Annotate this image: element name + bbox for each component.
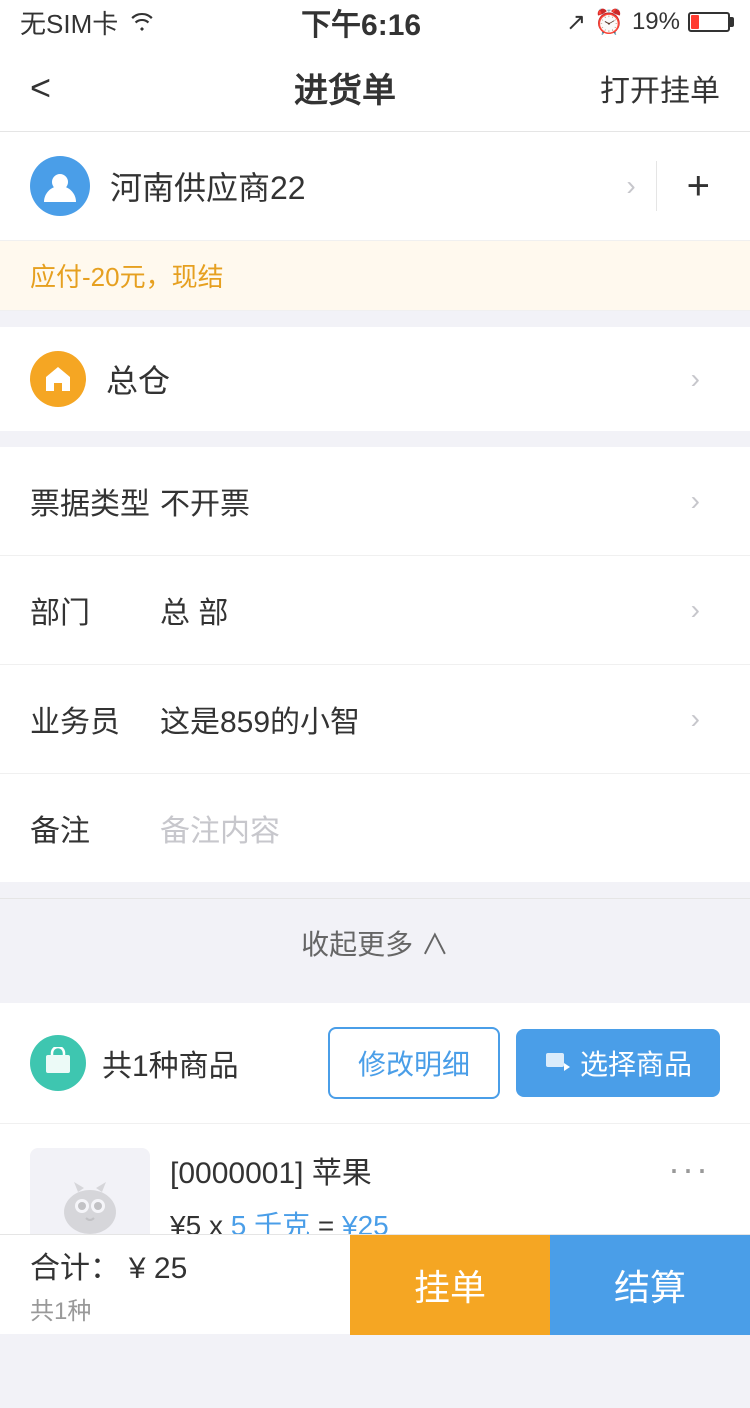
select-product-label: 选择商品 bbox=[580, 1043, 692, 1083]
products-icon bbox=[30, 1035, 86, 1091]
bottom-bar: 合计： ¥ 25 共1种 挂单 结算 bbox=[0, 1234, 750, 1334]
status-time: 下午6:16 bbox=[301, 0, 421, 44]
products-header: 共1种商品 修改明细 选择商品 bbox=[0, 1003, 750, 1124]
product-info: [0000001] 苹果 ¥5 x 5 千克 = ¥25 bbox=[170, 1148, 658, 1244]
collapse-bar[interactable]: 收起更多 ∧ bbox=[0, 898, 750, 987]
department-row[interactable]: 部门 总 部 › bbox=[0, 555, 750, 664]
edit-detail-button[interactable]: 修改明细 bbox=[328, 1027, 500, 1099]
add-supplier-button[interactable]: + bbox=[677, 164, 720, 209]
department-value: 总 部 bbox=[160, 588, 691, 632]
nav-bar: < 进货单 打开挂单 bbox=[0, 44, 750, 132]
alarm-icon: ⏰ bbox=[594, 8, 624, 37]
ticket-type-row[interactable]: 票据类型 不开票 › bbox=[0, 447, 750, 555]
total-amount: 合计： ¥ 25 bbox=[30, 1243, 320, 1287]
product-name: [0000001] 苹果 bbox=[170, 1148, 658, 1192]
page-title: 进货单 bbox=[294, 63, 396, 112]
product-more-button[interactable]: ··· bbox=[658, 1148, 720, 1190]
ticket-type-chevron-icon: › bbox=[691, 485, 700, 517]
department-chevron-icon: › bbox=[691, 594, 700, 626]
back-button[interactable]: < bbox=[30, 67, 90, 109]
warehouse-icon bbox=[30, 351, 86, 407]
sales-person-value: 这是859的小智 bbox=[160, 697, 691, 741]
sales-person-chevron-icon: › bbox=[691, 703, 700, 735]
wifi-icon bbox=[128, 7, 156, 38]
battery-icon bbox=[688, 12, 730, 32]
total-sub: 共1种 bbox=[30, 1291, 320, 1326]
department-label: 部门 bbox=[30, 588, 160, 632]
supplier-name: 河南供应商22 bbox=[110, 163, 626, 209]
ticket-type-value: 不开票 bbox=[160, 479, 691, 523]
status-bar: 无SIM卡 下午6:16 ↗ ⏰ 19% bbox=[0, 0, 750, 44]
hang-button[interactable]: 挂单 bbox=[350, 1235, 550, 1335]
products-count: 共1种商品 bbox=[102, 1041, 328, 1085]
ticket-type-label: 票据类型 bbox=[30, 479, 160, 523]
divider bbox=[656, 161, 657, 211]
status-right: ↗ ⏰ 19% bbox=[566, 8, 730, 37]
location-icon: ↗ bbox=[566, 8, 586, 37]
status-left: 无SIM卡 bbox=[20, 4, 156, 41]
battery-percent: 19% bbox=[632, 8, 680, 36]
total-value: ¥ 25 bbox=[129, 1252, 187, 1285]
supplier-row: 河南供应商22 › + bbox=[0, 132, 750, 241]
sales-person-row[interactable]: 业务员 这是859的小智 › bbox=[0, 664, 750, 773]
warehouse-chevron-icon: › bbox=[691, 363, 700, 395]
form-section: 票据类型 不开票 › 部门 总 部 › 业务员 这是859的小智 › 备注 备注… bbox=[0, 447, 750, 882]
total-label: 合计： bbox=[30, 1252, 120, 1285]
open-pending-button[interactable]: 打开挂单 bbox=[600, 66, 720, 110]
remark-input[interactable]: 备注内容 bbox=[160, 806, 720, 850]
total-section: 合计： ¥ 25 共1种 bbox=[0, 1243, 350, 1326]
supplier-chevron-icon[interactable]: › bbox=[626, 170, 635, 202]
supplier-notice: 应付-20元，现结 bbox=[0, 241, 750, 311]
warehouse-section: 总仓 › bbox=[0, 327, 750, 431]
supplier-avatar bbox=[30, 156, 90, 216]
warehouse-name: 总仓 bbox=[106, 356, 691, 402]
supplier-section: 河南供应商22 › + 应付-20元，现结 bbox=[0, 132, 750, 311]
warehouse-row[interactable]: 总仓 › bbox=[0, 327, 750, 431]
remark-row[interactable]: 备注 备注内容 bbox=[0, 773, 750, 882]
sales-person-label: 业务员 bbox=[30, 697, 160, 741]
checkout-button[interactable]: 结算 bbox=[550, 1235, 750, 1335]
select-product-button[interactable]: 选择商品 bbox=[516, 1029, 720, 1097]
carrier-text: 无SIM卡 bbox=[20, 4, 118, 41]
remark-label: 备注 bbox=[30, 806, 160, 850]
